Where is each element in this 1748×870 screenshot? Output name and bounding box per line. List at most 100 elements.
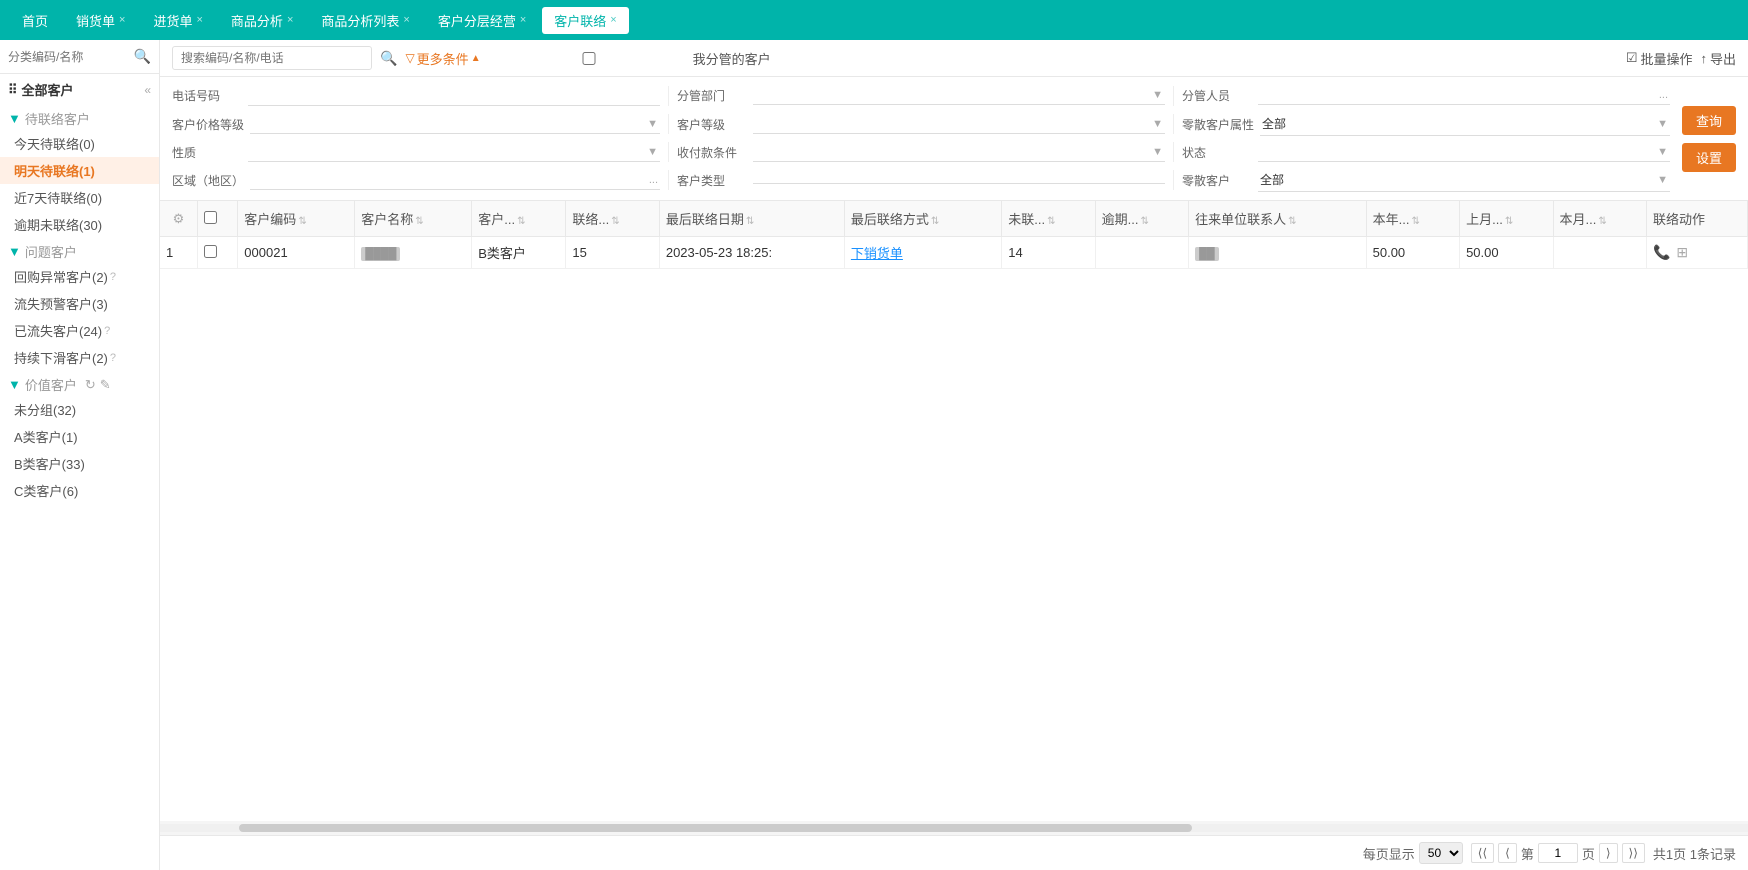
filter-nature: 性质 ▼ bbox=[172, 143, 660, 162]
search-button[interactable]: 🔍 bbox=[380, 50, 397, 67]
page-input-group: 第 页 bbox=[1521, 843, 1595, 863]
help-icon-0[interactable]: ? bbox=[110, 271, 116, 283]
nav-item-3[interactable]: 商品分析列表 × bbox=[309, 7, 421, 34]
next-page-button[interactable]: ⟩ bbox=[1599, 843, 1618, 863]
sidebar-item-type-b[interactable]: B类客户(33) bbox=[0, 450, 159, 477]
sidebar-search-icon[interactable]: 🔍 bbox=[134, 48, 151, 65]
sort-icon-code[interactable]: ⇅ bbox=[298, 216, 306, 227]
region-select[interactable]: ... bbox=[250, 171, 660, 190]
td-actions: 📞 ⊞ bbox=[1646, 237, 1747, 269]
collapse-icon: « bbox=[144, 83, 151, 97]
col-contacts-label: 联络... bbox=[572, 212, 609, 227]
sort-icon-date[interactable]: ⇅ bbox=[746, 216, 754, 227]
filter-row-3: 性质 ▼ 收付款条件 ▼ bbox=[172, 142, 1670, 162]
col-contacts: 联络...⇅ bbox=[566, 201, 659, 237]
customer-level-select[interactable]: ▼ bbox=[753, 115, 1165, 134]
sort-icon-method[interactable]: ⇅ bbox=[931, 216, 939, 227]
last-contact-method-link-0[interactable]: 下销货单 bbox=[851, 246, 903, 261]
close-icon-2[interactable]: × bbox=[287, 14, 293, 26]
close-icon-3[interactable]: × bbox=[403, 14, 409, 26]
ellipsis-icon: ... bbox=[1659, 89, 1668, 101]
sidebar-item-today-pending[interactable]: 今天待联络(0) bbox=[0, 130, 159, 157]
sidebar-search-input[interactable] bbox=[8, 50, 134, 64]
sidebar-item-loss-warning[interactable]: 流失预警客户(3) bbox=[0, 290, 159, 317]
sidebar-search-bar[interactable]: 🔍 bbox=[0, 40, 159, 74]
help-icon-2[interactable]: ? bbox=[104, 325, 110, 337]
sidebar-item-type-a[interactable]: A类客户(1) bbox=[0, 423, 159, 450]
sidebar-item-tomorrow-pending[interactable]: 明天待联络(1) bbox=[0, 157, 159, 184]
payment-select[interactable]: ▼ bbox=[753, 143, 1165, 162]
nav-item-1[interactable]: 进货单 × bbox=[141, 7, 214, 34]
horizontal-scrollbar[interactable] bbox=[160, 821, 1748, 835]
customer-type-select[interactable] bbox=[753, 177, 1165, 184]
nav-home[interactable]: 首页 bbox=[10, 7, 60, 34]
sort-icon-overdue[interactable]: ⇅ bbox=[1141, 216, 1149, 227]
query-button[interactable]: 查询 bbox=[1682, 106, 1736, 135]
sort-icon-contacts[interactable]: ⇅ bbox=[611, 216, 619, 227]
phone-input[interactable] bbox=[248, 85, 660, 106]
page-number-input[interactable] bbox=[1538, 843, 1578, 863]
col-last-date-label: 最后联络日期 bbox=[666, 212, 744, 227]
td-overdue bbox=[1095, 237, 1188, 269]
retail-attr-select[interactable]: 全部 ▼ bbox=[1260, 112, 1670, 136]
edit-icon[interactable]: ✎ bbox=[100, 377, 111, 393]
sidebar-item-declining-customers[interactable]: 持续下滑客户(2) ? bbox=[0, 344, 159, 371]
scrollbar-thumb[interactable] bbox=[239, 824, 1192, 832]
sort-icon-type[interactable]: ⇅ bbox=[517, 216, 525, 227]
nature-select[interactable]: ▼ bbox=[248, 143, 660, 162]
help-icon-3[interactable]: ? bbox=[110, 352, 116, 364]
content-area: 🔍 ▽ 更多条件 ▲ 我分管的客户 ☑ 批量操作 ↑ 导出 bbox=[160, 40, 1748, 870]
sidebar-item-ungrouped[interactable]: 未分组(32) bbox=[0, 396, 159, 423]
sidebar-item-overdue-pending[interactable]: 逾期未联络(30) bbox=[0, 211, 159, 238]
close-icon-4[interactable]: × bbox=[520, 14, 526, 26]
first-page-button[interactable]: ⟨⟨ bbox=[1471, 843, 1494, 863]
search-input[interactable] bbox=[172, 46, 372, 70]
sort-icon-name[interactable]: ⇅ bbox=[415, 216, 423, 227]
refresh-icon[interactable]: ↻ bbox=[85, 377, 96, 393]
sort-icon-last-month[interactable]: ⇅ bbox=[1505, 216, 1513, 227]
col-actions: 联络动作 bbox=[1646, 201, 1747, 237]
nav-item-5[interactable]: 客户联络 × bbox=[542, 7, 628, 34]
top-navigation: 首页 销货单 × 进货单 × 商品分析 × 商品分析列表 × 客户分层经营 × … bbox=[0, 0, 1748, 40]
action-icon-phone[interactable]: 📞 bbox=[1653, 244, 1670, 261]
close-icon-0[interactable]: × bbox=[119, 14, 125, 26]
sort-icon-person[interactable]: ⇅ bbox=[1288, 216, 1296, 227]
more-conditions-button[interactable]: ▽ 更多条件 ▲ bbox=[405, 49, 480, 68]
prev-page-button[interactable]: ⟨ bbox=[1498, 843, 1517, 863]
select-all-checkbox[interactable] bbox=[204, 211, 217, 224]
retail-customer-select[interactable]: 全部 ▼ bbox=[1258, 168, 1670, 192]
price-level-select[interactable]: ▼ bbox=[250, 115, 660, 134]
total-records: 共1页 1条记录 bbox=[1653, 844, 1736, 863]
my-customers-checkbox[interactable]: 我分管的客户 bbox=[489, 49, 771, 68]
status-select[interactable]: ▼ bbox=[1258, 143, 1670, 162]
setting-button[interactable]: 设置 bbox=[1682, 143, 1736, 172]
nav-item-0[interactable]: 销货单 × bbox=[64, 7, 137, 34]
sidebar-item-lost-customers[interactable]: 已流失客户(24) ? bbox=[0, 317, 159, 344]
page-size-control: 每页显示 50 bbox=[1363, 842, 1463, 864]
nav-item-4[interactable]: 客户分层经营 × bbox=[426, 7, 538, 34]
export-button[interactable]: ↑ 导出 bbox=[1700, 49, 1736, 68]
row-checkbox-0[interactable] bbox=[204, 245, 217, 258]
dept-select[interactable]: ▼ bbox=[753, 86, 1165, 105]
col-settings[interactable]: ⚙ bbox=[160, 201, 197, 237]
filter-actions: 查询 设置 bbox=[1682, 85, 1736, 192]
close-icon-5[interactable]: × bbox=[610, 14, 616, 26]
sort-icon-this-month[interactable]: ⇅ bbox=[1598, 216, 1606, 227]
manager-select[interactable]: ... bbox=[1258, 86, 1670, 105]
sidebar-all-customers[interactable]: ⠿ 全部客户 « bbox=[0, 74, 159, 105]
sort-icon-unlisted[interactable]: ⇅ bbox=[1047, 216, 1055, 227]
batch-operation-button[interactable]: ☑ 批量操作 bbox=[1626, 49, 1693, 68]
sort-icon-year[interactable]: ⇅ bbox=[1411, 216, 1419, 227]
col-last-method: 最后联络方式⇅ bbox=[844, 201, 1001, 237]
close-icon-1[interactable]: × bbox=[196, 14, 202, 26]
sidebar-item-abnormal-repurchase[interactable]: 回购异常客户(2) ? bbox=[0, 263, 159, 290]
nav-item-2[interactable]: 商品分析 × bbox=[219, 7, 305, 34]
sidebar-item-7day-pending[interactable]: 近7天待联络(0) bbox=[0, 184, 159, 211]
filter-status: 状态 ▼ bbox=[1182, 143, 1670, 162]
page-size-select[interactable]: 50 bbox=[1419, 842, 1463, 864]
customer-table: ⚙ 客户编码⇅ 客户名称⇅ 客户...⇅ 联络...⇅ 最后联络日期⇅ 最后联络… bbox=[160, 201, 1748, 269]
sidebar-item-type-c[interactable]: C类客户(6) bbox=[0, 477, 159, 504]
action-icon-more[interactable]: ⊞ bbox=[1676, 244, 1688, 261]
td-last-date: 2023-05-23 18:25: bbox=[659, 237, 844, 269]
last-page-button[interactable]: ⟩⟩ bbox=[1622, 843, 1645, 863]
